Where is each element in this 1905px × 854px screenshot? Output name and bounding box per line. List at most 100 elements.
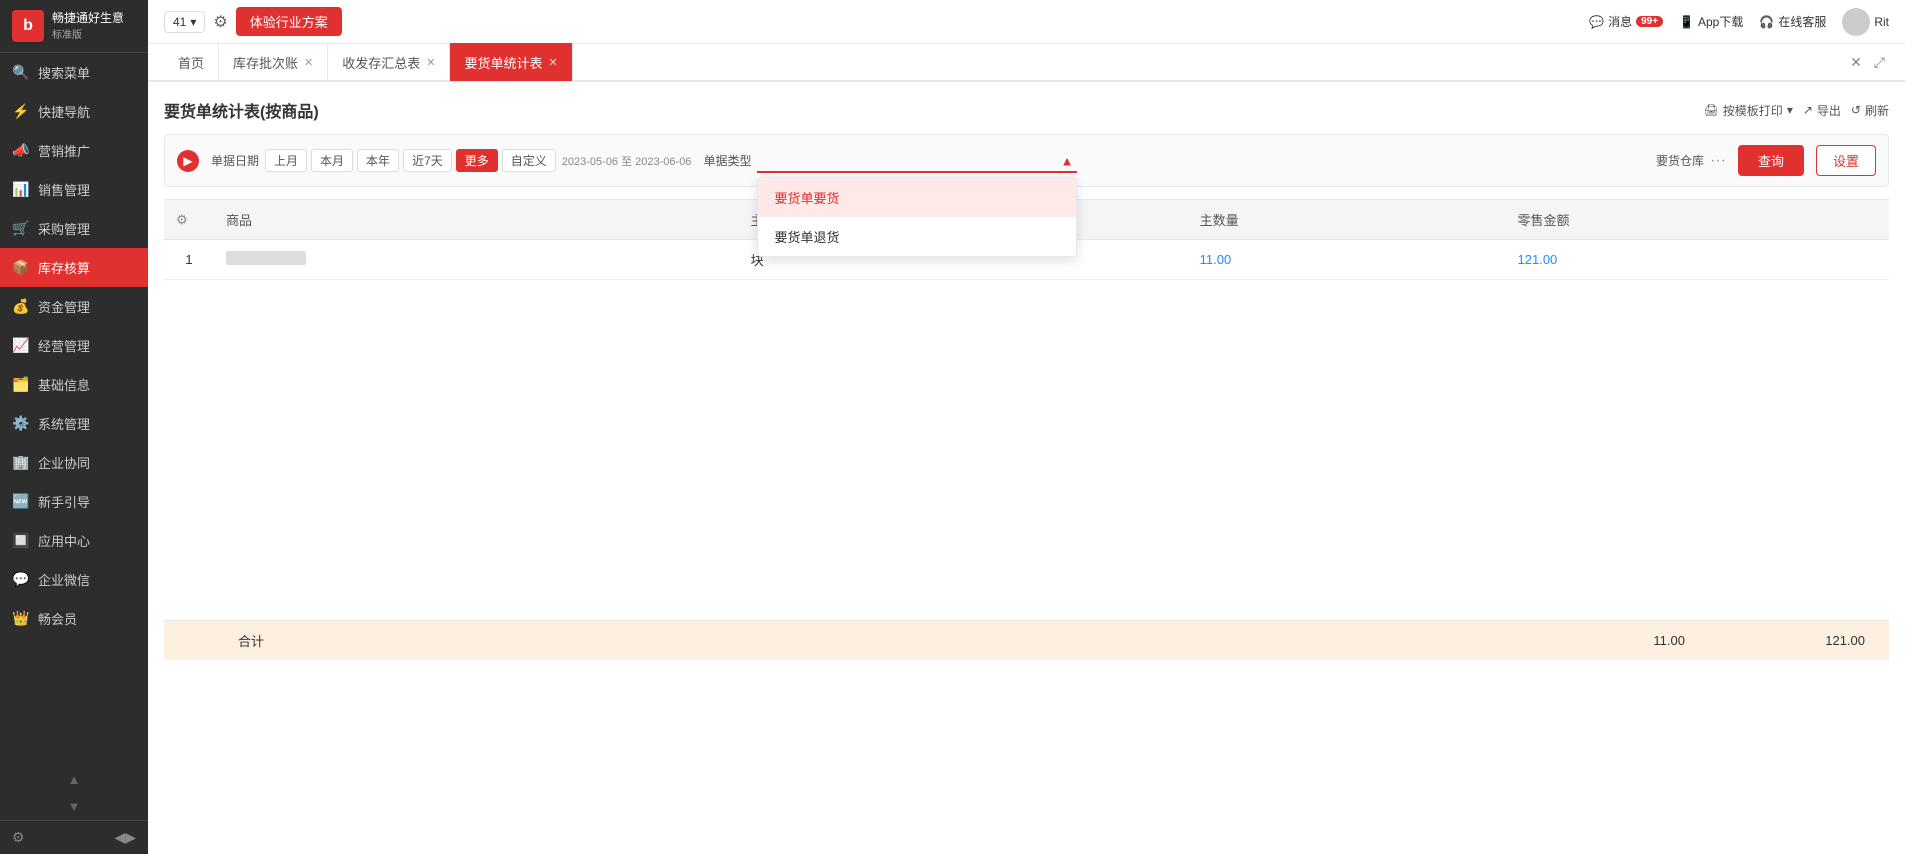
type-input[interactable]	[757, 148, 1077, 173]
tab-order-stats-close[interactable]: ✕	[549, 56, 558, 69]
sales-icon: 📊	[12, 181, 30, 199]
page-actions: 🖨 按模板打印 ▾ ↗ 导出 ↺ 刷新	[1704, 102, 1889, 119]
footer-label: 合计	[226, 631, 426, 650]
warehouse-filter-group: 要货仓库 ···	[1656, 152, 1726, 170]
marketing-icon: 📣	[12, 142, 30, 160]
logo-icon: b	[12, 10, 44, 42]
sidebar-item-member[interactable]: 👑 畅会员	[0, 599, 148, 638]
business-icon: 📈	[12, 337, 30, 355]
sidebar-item-label: 资金管理	[38, 297, 90, 316]
dropdown-item-order-label: 要货单要货	[774, 191, 839, 206]
sidebar-item-basic[interactable]: 🗂️ 基础信息	[0, 365, 148, 404]
cell-quantity: 11.00	[1188, 240, 1506, 280]
collapse-icon[interactable]: ◀▶	[114, 829, 136, 846]
headset-icon: 🎧	[1759, 15, 1774, 29]
sidebar-scroll-down[interactable]: ▼	[0, 793, 148, 820]
cell-amount: 121.00	[1506, 240, 1889, 280]
sidebar-item-finance[interactable]: 💰 资金管理	[0, 287, 148, 326]
footer-quantity: 11.00	[1597, 633, 1697, 648]
sidebar-item-label: 库存核算	[38, 258, 90, 277]
type-filter-group: 单据类型 ▲ 要货单要货 要货单退货	[703, 148, 1644, 173]
app-download-action[interactable]: 📱 App下载	[1679, 13, 1743, 30]
sidebar-item-marketing[interactable]: 📣 营销推广	[0, 131, 148, 170]
inventory-icon: 📦	[12, 259, 30, 277]
filter-expand-button[interactable]: ▶	[177, 150, 199, 172]
date-btn-more[interactable]: 更多	[456, 149, 498, 172]
store-selector[interactable]: 41 ▾	[164, 11, 205, 33]
tab-inventory-batch[interactable]: 库存批次账 ✕	[219, 43, 328, 81]
sidebar-item-label: 系统管理	[38, 414, 90, 433]
dropdown-item-order[interactable]: 要货单要货	[758, 178, 1076, 217]
tab-end-buttons: ✕ ⤢	[1846, 52, 1889, 73]
th-amount: 零售金额	[1506, 200, 1889, 240]
dropdown-item-return[interactable]: 要货单退货	[758, 217, 1076, 256]
service-label: 在线客服	[1778, 13, 1826, 30]
msg-badge: 99+	[1636, 16, 1663, 27]
trial-button[interactable]: 体验行业方案	[236, 7, 342, 36]
maximize-icon[interactable]: ⤢	[1870, 52, 1889, 73]
sidebar-item-inventory[interactable]: 📦 库存核算	[0, 248, 148, 287]
sidebar-item-system[interactable]: ⚙️ 系统管理	[0, 404, 148, 443]
table-empty-space	[164, 280, 1889, 620]
th-settings: ⚙	[164, 200, 214, 240]
sidebar-item-apps[interactable]: 🔲 应用中心	[0, 521, 148, 560]
chevron-down-icon: ▾	[190, 15, 196, 29]
table-column-settings-icon[interactable]: ⚙	[176, 212, 188, 227]
type-chevron-up-icon[interactable]: ▲	[1061, 153, 1074, 168]
query-button[interactable]: 查询	[1738, 145, 1804, 176]
refresh-action[interactable]: ↺ 刷新	[1851, 102, 1889, 119]
export-icon: ↗	[1803, 103, 1813, 117]
sidebar-item-wechat[interactable]: 💬 企业微信	[0, 560, 148, 599]
sidebar-item-label: 新手引导	[38, 492, 90, 511]
msg-action[interactable]: 💬 消息 99+	[1589, 13, 1663, 30]
msg-icon: 💬	[1589, 15, 1604, 29]
date-btn-this-year[interactable]: 本年	[357, 149, 399, 172]
export-action[interactable]: ↗ 导出	[1803, 102, 1841, 119]
footer-amount: 121.00	[1777, 633, 1877, 648]
sidebar-item-corp[interactable]: 🏢 企业协同	[0, 443, 148, 482]
sidebar-item-purchase[interactable]: 🛒 采购管理	[0, 209, 148, 248]
store-name: 41	[173, 15, 186, 29]
service-action[interactable]: 🎧 在线客服	[1759, 13, 1826, 30]
user-area[interactable]: Rit	[1842, 8, 1889, 36]
date-btn-this-month[interactable]: 本月	[311, 149, 353, 172]
sidebar-item-business[interactable]: 📈 经营管理	[0, 326, 148, 365]
tab-home[interactable]: 首页	[164, 43, 219, 81]
member-icon: 👑	[12, 610, 30, 628]
date-filter-group: 单据日期 上月 本月 本年 近7天 更多 自定义 2023-05-06 至 20…	[211, 149, 691, 172]
table-footer: 合计 11.00 121.00	[164, 620, 1889, 660]
user-avatar	[1842, 8, 1870, 36]
settings-bottom-icon[interactable]: ⚙	[12, 829, 25, 846]
cell-index: 1	[164, 240, 214, 280]
date-btn-last-month[interactable]: 上月	[265, 149, 307, 172]
dots-icon[interactable]: ···	[1710, 152, 1726, 170]
sidebar-item-quick[interactable]: ⚡ 快捷导航	[0, 92, 148, 131]
date-btn-custom[interactable]: 自定义	[502, 149, 556, 172]
sidebar-item-guide[interactable]: 🆕 新手引导	[0, 482, 148, 521]
page-header: 要货单统计表(按商品) 🖨 按模板打印 ▾ ↗ 导出 ↺ 刷新	[164, 98, 1889, 122]
system-icon: ⚙️	[12, 415, 30, 433]
date-btn-7days[interactable]: 近7天	[403, 149, 452, 172]
corp-icon: 🏢	[12, 454, 30, 472]
sidebar-item-search[interactable]: 🔍 搜索菜单	[0, 53, 148, 92]
page-title: 要货单统计表(按商品)	[164, 98, 319, 122]
sidebar-item-label: 应用中心	[38, 531, 90, 550]
sidebar-scroll-up[interactable]: ▲	[0, 766, 148, 793]
content-area: 要货单统计表(按商品) 🖨 按模板打印 ▾ ↗ 导出 ↺ 刷新	[148, 82, 1905, 854]
tab-inventory-batch-close[interactable]: ✕	[304, 56, 313, 69]
settings-button[interactable]: 设置	[1816, 145, 1876, 176]
print-action[interactable]: 🖨 按模板打印 ▾	[1704, 102, 1793, 119]
tab-order-stats[interactable]: 要货单统计表 ✕	[450, 43, 572, 81]
sidebar-item-label: 企业微信	[38, 570, 90, 589]
topbar-settings-icon[interactable]: ⚙	[213, 12, 227, 32]
tab-receivable-close[interactable]: ✕	[426, 56, 435, 69]
sidebar-item-sales[interactable]: 📊 销售管理	[0, 170, 148, 209]
quick-icon: ⚡	[12, 103, 30, 121]
purchase-icon: 🛒	[12, 220, 30, 238]
tab-inventory-batch-label: 库存批次账	[233, 53, 298, 72]
tab-receivable[interactable]: 收发存汇总表 ✕	[328, 43, 450, 81]
app-sub: 标准版	[52, 26, 124, 41]
th-quantity: 主数量	[1188, 200, 1506, 240]
date-shortcuts: 上月 本月 本年 近7天 更多 自定义	[265, 149, 556, 172]
close-all-icon[interactable]: ✕	[1846, 52, 1866, 73]
